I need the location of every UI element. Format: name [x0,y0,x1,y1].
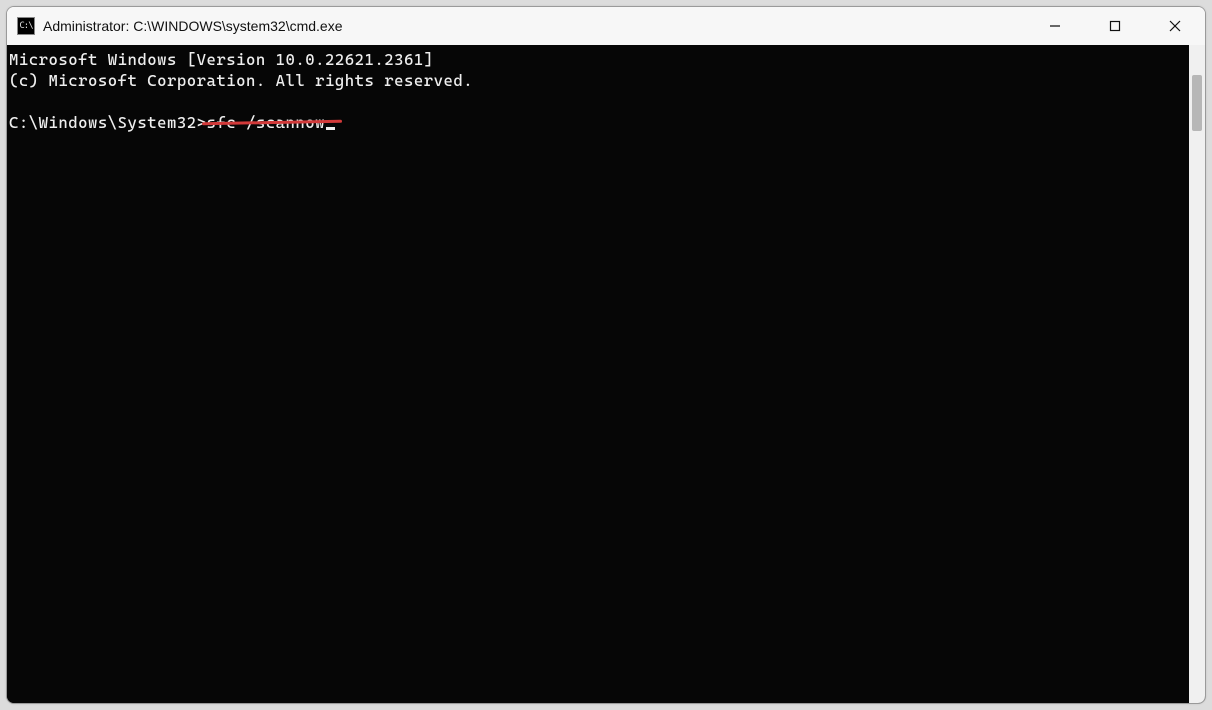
close-icon [1169,20,1181,32]
output-line-version: Microsoft Windows [Version 10.0.22621.23… [9,50,434,69]
text-cursor [326,127,335,130]
app-icon-text: C:\ [19,21,32,31]
output-line-copyright: (c) Microsoft Corporation. All rights re… [9,71,473,90]
maximize-button[interactable] [1085,7,1145,45]
maximize-icon [1109,20,1121,32]
terminal-area: Microsoft Windows [Version 10.0.22621.23… [7,45,1205,703]
titlebar[interactable]: C:\ Administrator: C:\WINDOWS\system32\c… [7,7,1205,45]
minimize-icon [1049,20,1061,32]
cmd-app-icon: C:\ [17,17,35,35]
cmd-window: C:\ Administrator: C:\WINDOWS\system32\c… [6,6,1206,704]
window-title: Administrator: C:\WINDOWS\system32\cmd.e… [43,18,343,34]
scrollbar-track[interactable] [1189,45,1205,703]
minimize-button[interactable] [1025,7,1085,45]
window-controls [1025,7,1205,45]
prompt-path: C:\Windows\System32> [9,113,207,132]
terminal[interactable]: Microsoft Windows [Version 10.0.22621.23… [7,45,1189,703]
scrollbar-thumb[interactable] [1192,75,1202,131]
close-button[interactable] [1145,7,1205,45]
